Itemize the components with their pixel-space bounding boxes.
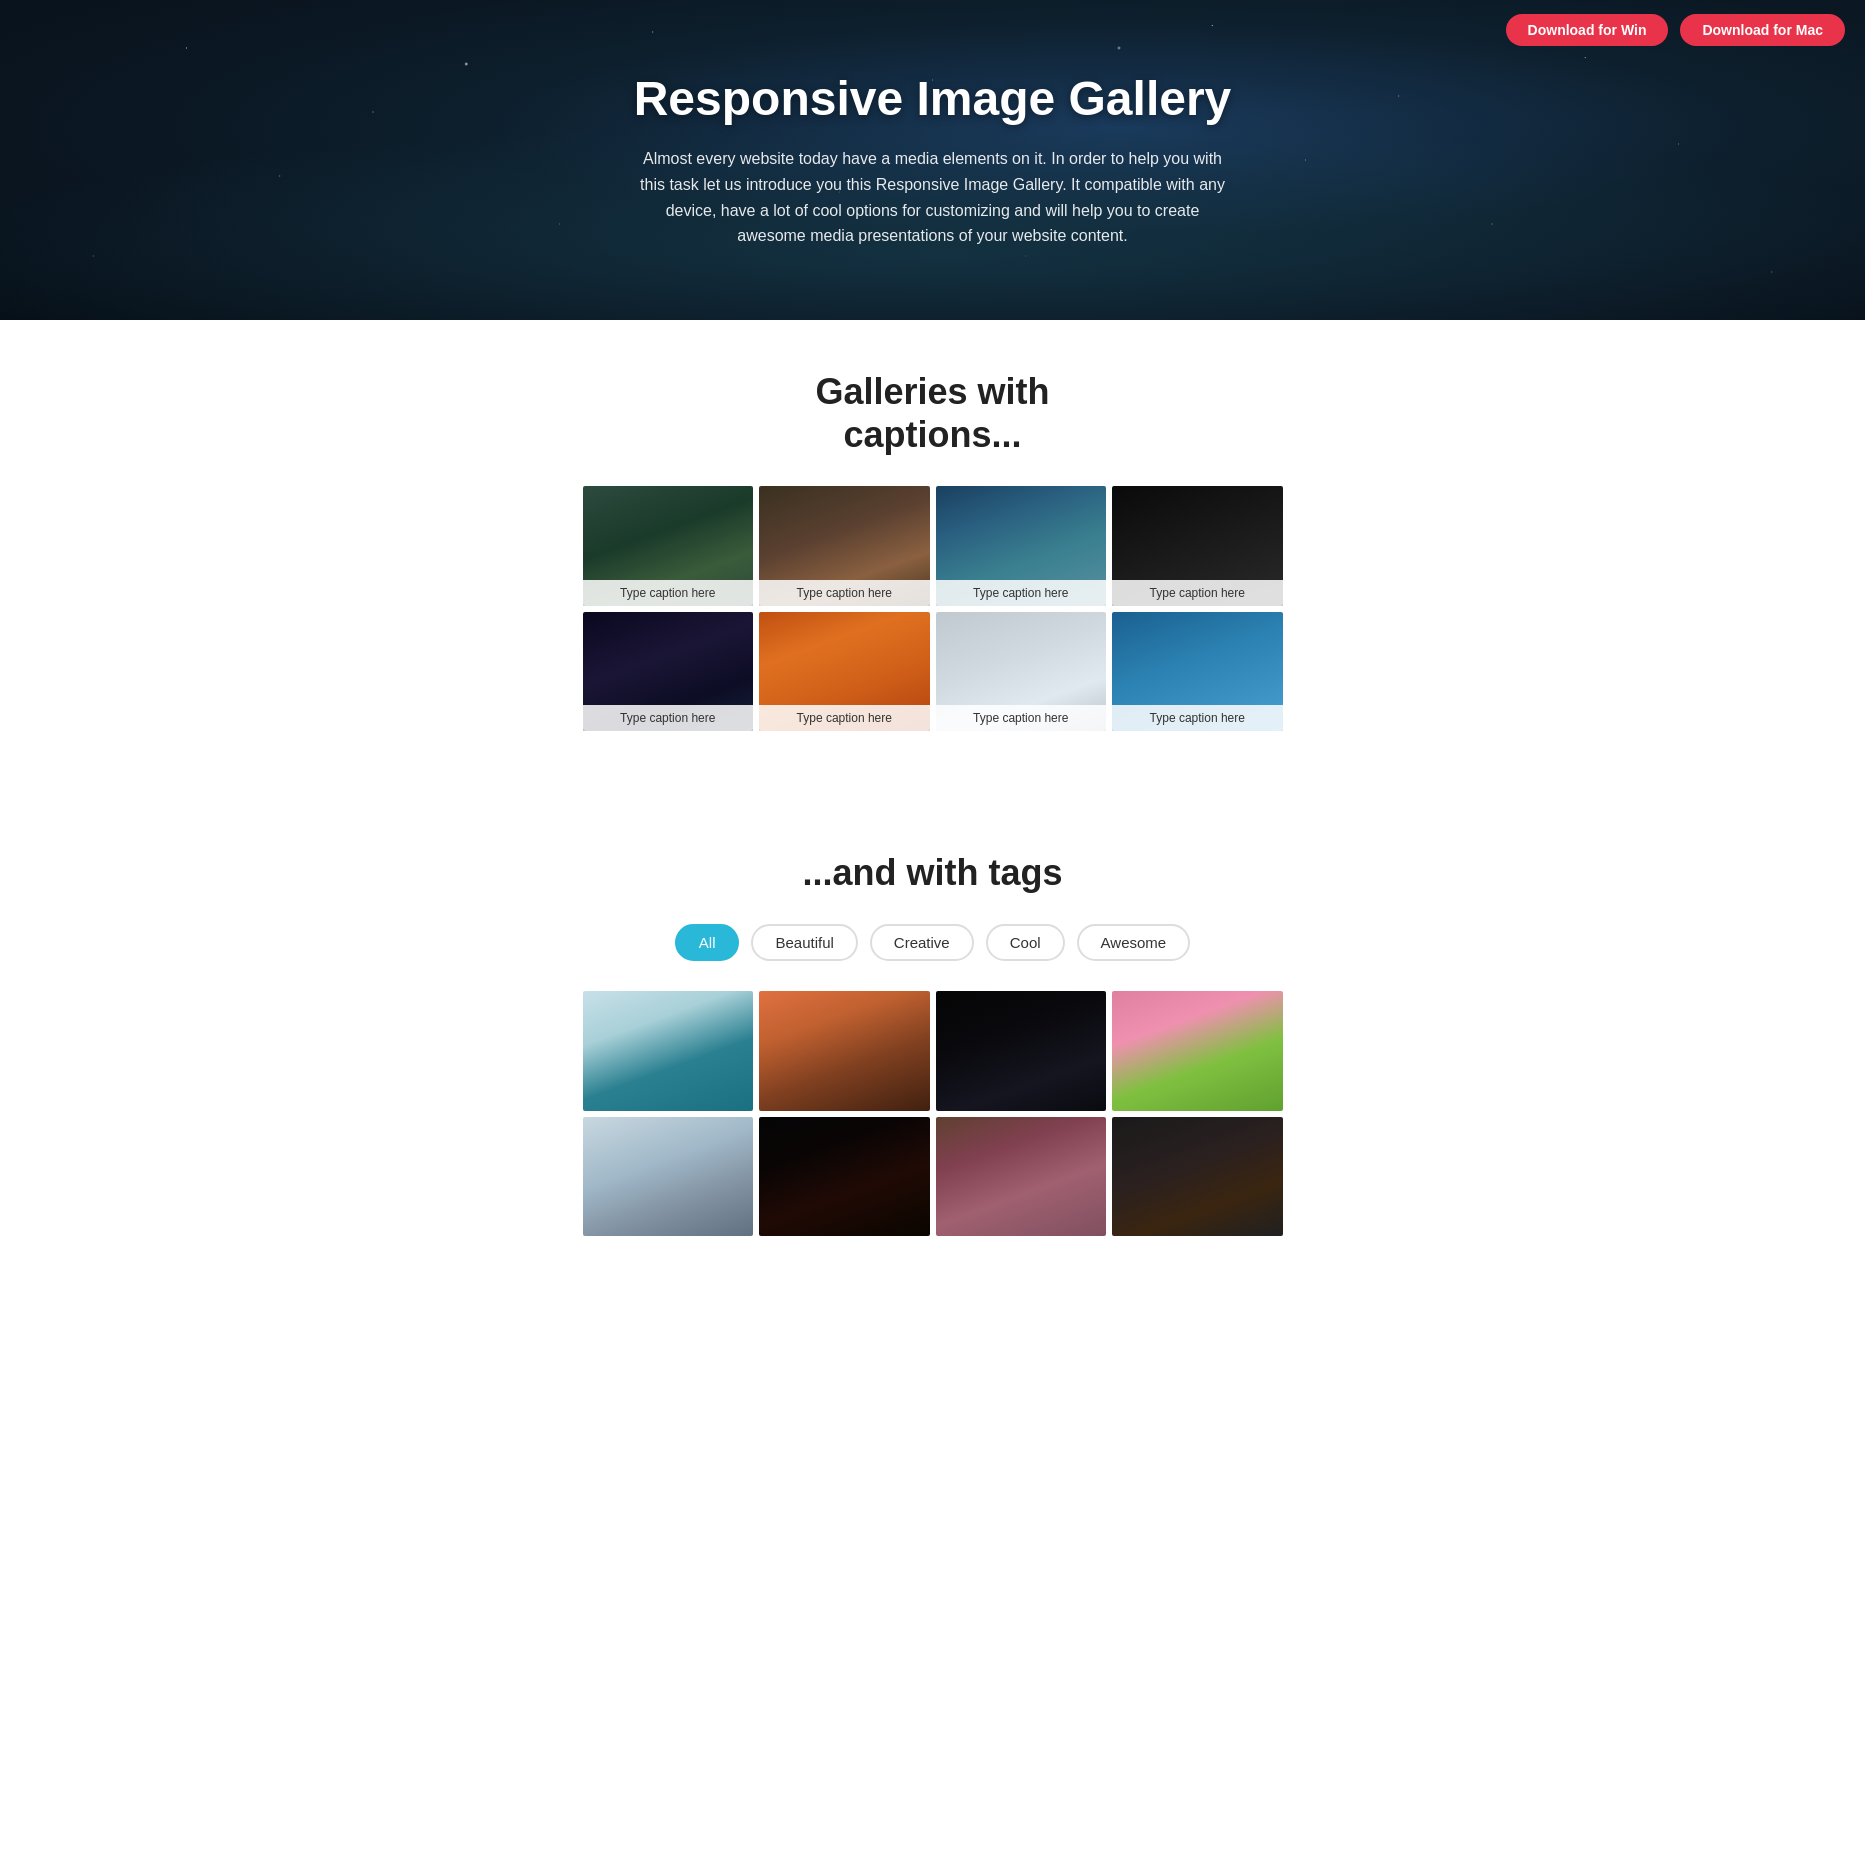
image-caption: Type caption here <box>936 580 1107 606</box>
gallery-item[interactable]: Type caption here <box>1112 612 1283 731</box>
tag-filter-bar: All Beautiful Creative Cool Awesome <box>20 924 1845 961</box>
gallery-image <box>759 991 930 1110</box>
image-caption: Type caption here <box>1112 705 1283 731</box>
image-caption: Type caption here <box>1112 580 1283 606</box>
section-tags: ...and with tags All Beautiful Creative Coo… <box>0 801 1865 1306</box>
gallery-item[interactable]: Type caption here <box>759 486 930 605</box>
gallery-item[interactable] <box>936 991 1107 1110</box>
image-caption: Type caption here <box>583 580 754 606</box>
gallery-image <box>583 991 754 1110</box>
download-mac-button[interactable]: Download for Mac <box>1680 14 1845 46</box>
image-caption: Type caption here <box>936 705 1107 731</box>
gallery-item[interactable] <box>583 991 754 1110</box>
gallery-item[interactable]: Type caption here <box>583 612 754 731</box>
page-title: Responsive Image Gallery <box>633 71 1233 126</box>
section-tags-title: ...and with tags <box>20 851 1845 894</box>
gallery-image <box>936 991 1107 1110</box>
gallery-tags-grid <box>583 991 1283 1236</box>
section-captions: Galleries withcaptions... Type caption h… <box>0 320 1865 801</box>
header-description: Almost every website today have a media … <box>633 146 1233 248</box>
gallery-item[interactable]: Type caption here <box>1112 486 1283 605</box>
tag-filter-button[interactable]: Creative <box>870 924 974 961</box>
gallery-item[interactable] <box>1112 1117 1283 1236</box>
gallery-item[interactable]: Type caption here <box>936 486 1107 605</box>
tag-filter-button[interactable]: Beautiful <box>751 924 857 961</box>
image-caption: Type caption here <box>759 705 930 731</box>
tag-filter-button[interactable]: All <box>675 924 740 961</box>
gallery-item[interactable] <box>583 1117 754 1236</box>
gallery-image <box>1112 1117 1283 1236</box>
gallery-item[interactable] <box>936 1117 1107 1236</box>
section-captions-title: Galleries withcaptions... <box>20 370 1845 456</box>
image-caption: Type caption here <box>759 580 930 606</box>
tag-filter-button[interactable]: Cool <box>986 924 1065 961</box>
gallery-item[interactable] <box>759 1117 930 1236</box>
gallery-item[interactable]: Type caption here <box>936 612 1107 731</box>
gallery-item[interactable] <box>759 991 930 1110</box>
gallery-image <box>1112 991 1283 1110</box>
gallery-image <box>583 1117 754 1236</box>
gallery-image <box>936 1117 1107 1236</box>
download-win-button[interactable]: Download for Win <box>1506 14 1669 46</box>
gallery-item[interactable]: Type caption here <box>583 486 754 605</box>
gallery-captions-grid: Type caption here Type caption here Type… <box>583 486 1283 731</box>
tag-filter-button[interactable]: Awesome <box>1077 924 1191 961</box>
gallery-item[interactable]: Type caption here <box>759 612 930 731</box>
page-header: Download for Win Download for Mac Respon… <box>0 0 1865 320</box>
image-caption: Type caption here <box>583 705 754 731</box>
gallery-item[interactable] <box>1112 991 1283 1110</box>
gallery-image <box>759 1117 930 1236</box>
header-content: Responsive Image Gallery Almost every we… <box>633 71 1233 248</box>
nav-buttons: Download for Win Download for Mac <box>1506 14 1845 46</box>
